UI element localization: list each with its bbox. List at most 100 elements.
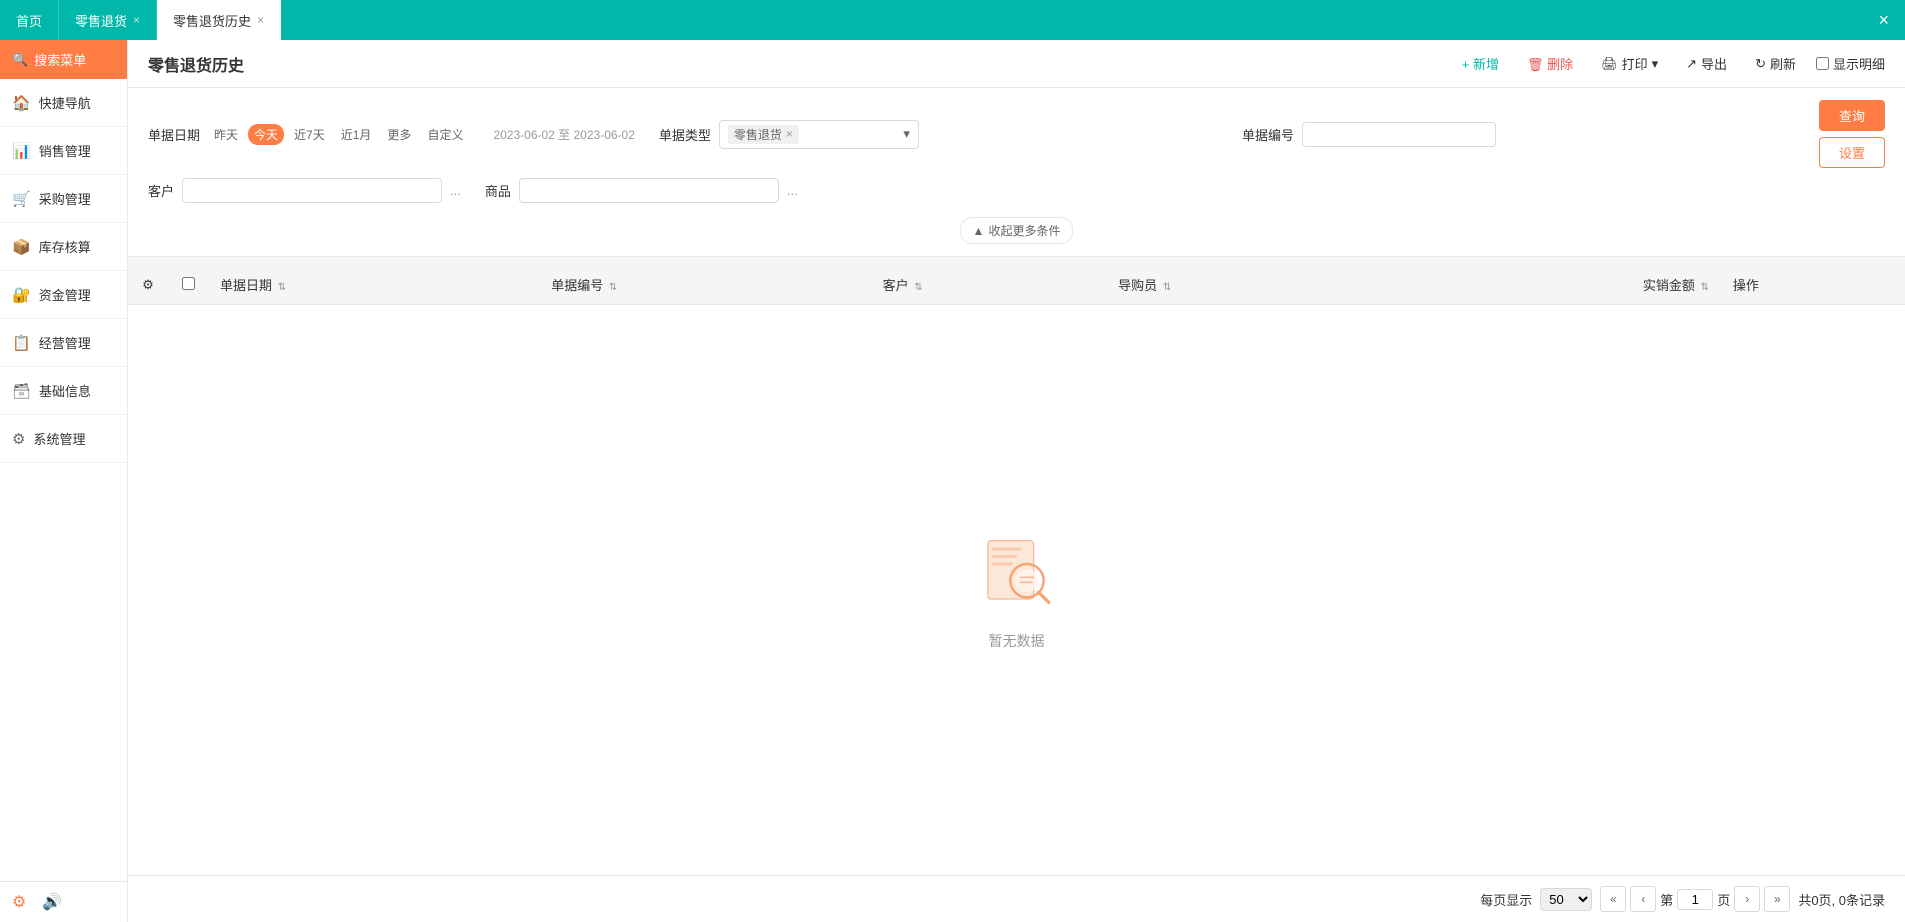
date-option-1month[interactable]: 近1月 [335, 124, 378, 145]
print-dropdown-icon: ▾ [1652, 56, 1659, 72]
number-input[interactable] [1302, 122, 1496, 147]
delete-button[interactable]: 🗑 删除 [1519, 50, 1581, 77]
tab-retail-return-history-label: 零售退货历史 [173, 11, 251, 30]
purchase-icon: 🛒 [12, 190, 31, 208]
show-detail-label: 显示明细 [1833, 54, 1885, 73]
tab-retail-return-label: 零售退货 [75, 11, 127, 30]
sidebar-item-system-label: 系统管理 [33, 429, 85, 448]
type-tag: 零售退货 × [728, 125, 799, 144]
refresh-label: 刷新 [1770, 54, 1796, 73]
sidebar-item-operations[interactable]: 📋 经营管理 [0, 319, 127, 367]
col-guide: 导购员 ⇅ [1106, 265, 1389, 305]
show-detail-checkbox-label[interactable]: 显示明细 [1816, 54, 1885, 73]
col-amount: 实销金额 ⇅ [1390, 265, 1721, 305]
col-checkbox [168, 265, 208, 305]
tab-home[interactable]: 首页 [0, 0, 59, 40]
filter-row-1: 单据日期 昨天 今天 近7天 近1月 更多 自定义 2023-06-02 至 2… [148, 100, 1885, 168]
col-number: 单据编号 ⇅ [539, 265, 870, 305]
collapse-button[interactable]: ▲ 收起更多条件 [960, 217, 1074, 244]
inventory-icon: 📦 [12, 238, 31, 256]
last-page-button[interactable]: » [1764, 886, 1790, 912]
tab-retail-return-history-close[interactable]: × [257, 13, 264, 27]
col-date-sort-icon[interactable]: ⇅ [278, 282, 286, 293]
filter-customer: 客户 ... [148, 178, 461, 203]
next-page-button[interactable]: › [1734, 886, 1760, 912]
col-number-label: 单据编号 [551, 278, 603, 293]
per-page-select[interactable]: 50 10 20 100 [1540, 888, 1592, 911]
sidebar-item-quicknav[interactable]: 🏠 快捷导航 [0, 79, 127, 127]
col-amount-sort-icon[interactable]: ⇅ [1701, 282, 1709, 293]
col-settings: ⚙ [128, 265, 168, 305]
select-all-checkbox[interactable] [182, 277, 195, 290]
filter-goods: 商品 ... [485, 178, 798, 203]
query-button[interactable]: 查询 [1819, 100, 1885, 131]
date-filter-label: 单据日期 [148, 125, 200, 144]
sidebar-item-sales-label: 销售管理 [39, 141, 91, 160]
new-button[interactable]: + 新增 [1454, 50, 1507, 77]
basic-info-icon: 🗃 [12, 382, 31, 400]
filter-area: 单据日期 昨天 今天 近7天 近1月 更多 自定义 2023-06-02 至 2… [128, 88, 1905, 257]
sidebar-search-label: 搜索菜单 [34, 50, 86, 69]
goods-filter-label: 商品 [485, 181, 511, 200]
collapse-up-icon: ▲ [973, 224, 985, 238]
col-customer-sort-icon[interactable]: ⇅ [914, 282, 922, 293]
total-info: 共0页, 0条记录 [1798, 890, 1885, 909]
print-label: 打印 [1622, 54, 1648, 73]
speaker-icon[interactable]: 🔊 [42, 892, 62, 912]
date-range-text: 2023-06-02 至 2023-06-02 [493, 126, 634, 143]
tab-retail-return-close[interactable]: × [133, 13, 140, 27]
page-header: 零售退货历史 + 新增 🗑 删除 🖨 打印 ▾ ↗ 导出 ↻ 刷新 [128, 40, 1905, 88]
show-detail-checkbox[interactable] [1816, 57, 1829, 70]
table-settings-icon[interactable]: ⚙ [142, 277, 154, 292]
col-number-sort-icon[interactable]: ⇅ [609, 282, 617, 293]
page-nav: « ‹ 第 页 › » [1600, 886, 1790, 912]
sidebar-search[interactable]: 🔍 搜索菜单 [0, 40, 127, 79]
type-filter-label: 单据类型 [659, 125, 711, 144]
sidebar-item-sales[interactable]: 📊 销售管理 [0, 127, 127, 175]
toolbar: + 新增 🗑 删除 🖨 打印 ▾ ↗ 导出 ↻ 刷新 显示明细 [1454, 50, 1885, 77]
prev-page-button[interactable]: ‹ [1630, 886, 1656, 912]
first-page-button[interactable]: « [1600, 886, 1626, 912]
sidebar-item-finance[interactable]: 🔐 资金管理 [0, 271, 127, 319]
sidebar-item-basic-info[interactable]: 🗃 基础信息 [0, 367, 127, 415]
page-number-input[interactable] [1677, 889, 1713, 910]
sidebar-item-quicknav-label: 快捷导航 [39, 93, 91, 112]
print-button[interactable]: 🖨 打印 ▾ [1593, 50, 1666, 77]
type-tag-remove[interactable]: × [786, 127, 793, 141]
filter-date: 单据日期 昨天 今天 近7天 近1月 更多 自定义 [148, 124, 469, 145]
sales-icon: 📊 [12, 142, 31, 160]
export-button[interactable]: ↗ 导出 [1678, 50, 1735, 77]
date-option-more[interactable]: 更多 [381, 124, 417, 145]
type-tag-value: 零售退货 [734, 126, 782, 143]
customer-input[interactable] [182, 178, 442, 203]
tab-retail-return[interactable]: 零售退货 × [59, 0, 157, 40]
export-label: 导出 [1701, 54, 1727, 73]
refresh-button[interactable]: ↻ 刷新 [1747, 50, 1804, 77]
filter-settings-button[interactable]: 设置 [1819, 137, 1885, 168]
sidebar-item-purchase-label: 采购管理 [39, 189, 91, 208]
col-guide-sort-icon[interactable]: ⇅ [1163, 282, 1171, 293]
customer-filter-label: 客户 [148, 181, 174, 200]
sidebar-item-system[interactable]: ⚙ 系统管理 [0, 415, 127, 463]
operations-icon: 📋 [12, 334, 31, 352]
action-buttons: 查询 设置 [1819, 100, 1885, 168]
empty-state-icon [967, 529, 1067, 619]
date-option-7days[interactable]: 近7天 [288, 124, 331, 145]
date-option-yesterday[interactable]: 昨天 [208, 124, 244, 145]
table-header: ⚙ 单据日期 ⇅ 单据编号 ⇅ [128, 265, 1905, 305]
collapse-row: ▲ 收起更多条件 [148, 213, 1885, 244]
filter-type: 单据类型 零售退货 × ▾ [659, 120, 919, 149]
goods-input[interactable] [519, 178, 779, 203]
type-select[interactable]: 零售退货 × ▾ [719, 120, 919, 149]
home-icon: 🏠 [12, 94, 31, 112]
filter-date-range: 2023-06-02 至 2023-06-02 [493, 126, 634, 143]
window-close-button[interactable]: × [1862, 10, 1905, 31]
tab-retail-return-history[interactable]: 零售退货历史 × [157, 0, 281, 40]
settings-icon[interactable]: ⚙ [12, 892, 26, 912]
date-option-custom[interactable]: 自定义 [421, 124, 469, 145]
content-area: 零售退货历史 + 新增 🗑 删除 🖨 打印 ▾ ↗ 导出 ↻ 刷新 [128, 40, 1905, 922]
sidebar-item-purchase[interactable]: 🛒 采购管理 [0, 175, 127, 223]
sidebar-item-finance-label: 资金管理 [39, 285, 91, 304]
date-option-today[interactable]: 今天 [248, 124, 284, 145]
sidebar-item-inventory[interactable]: 📦 库存核算 [0, 223, 127, 271]
